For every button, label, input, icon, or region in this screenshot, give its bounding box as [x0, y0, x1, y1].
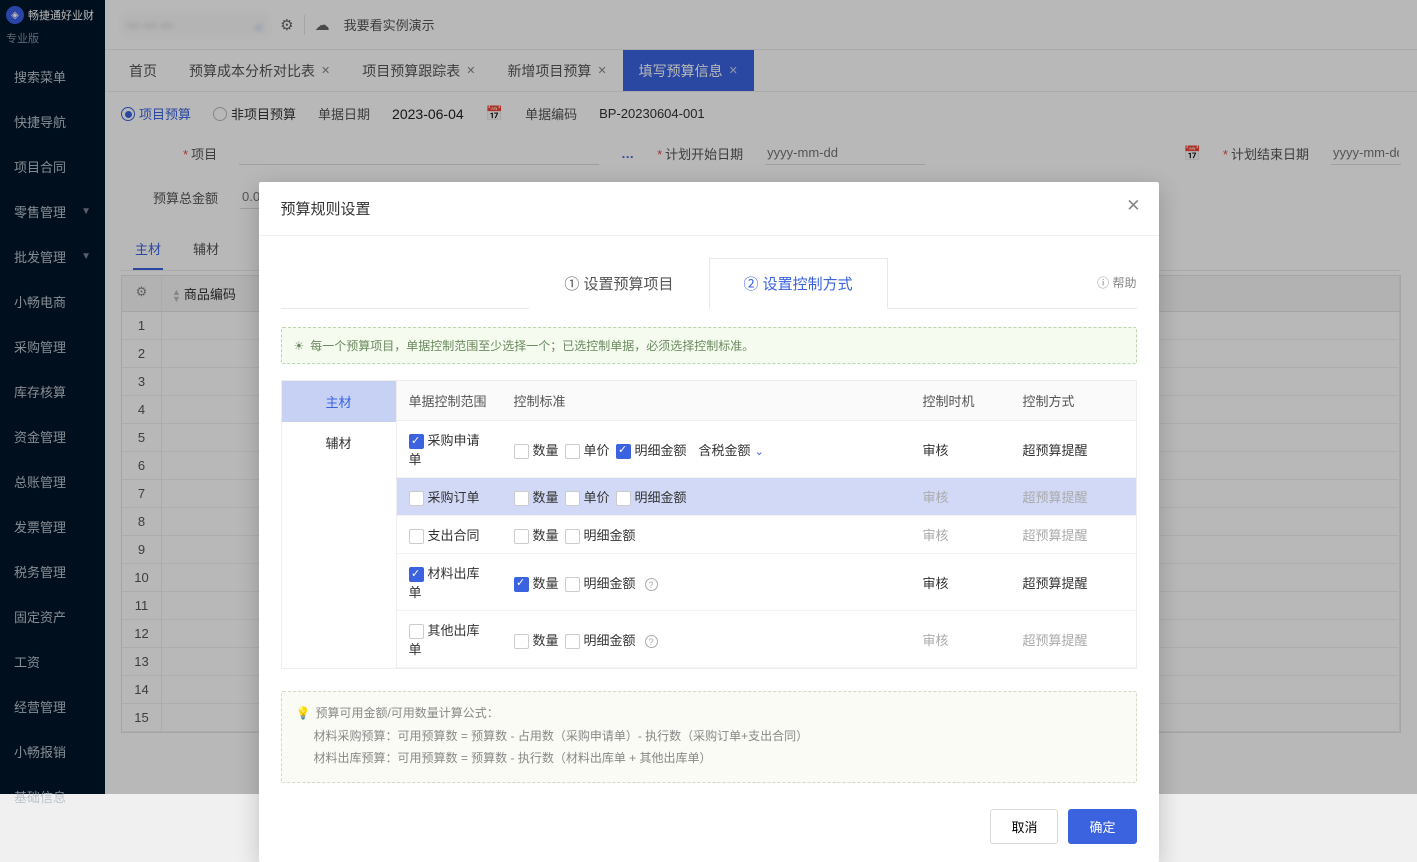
rule-side-main[interactable]: 主材: [282, 381, 396, 422]
checkbox-scope[interactable]: [409, 567, 424, 582]
budget-rule-modal: 预算规则设置 ✕ ① 设置预算项目 ② 设置控制方式 ⓘ 帮助 ☀ 每⼀个预算项…: [259, 182, 1159, 862]
modal-title: 预算规则设置: [281, 201, 371, 218]
info-icon[interactable]: ?: [645, 635, 658, 648]
close-icon[interactable]: ✕: [1126, 196, 1140, 216]
chevron-down-icon[interactable]: ⌄: [755, 446, 764, 458]
step-tab-2[interactable]: ② 设置控制方式: [709, 258, 888, 309]
checkbox-qty[interactable]: [514, 491, 529, 506]
checkbox-detail[interactable]: [616, 491, 631, 506]
col-timing: 控制时机: [911, 381, 1011, 420]
ok-button[interactable]: 确定: [1068, 809, 1136, 844]
checkbox-qty[interactable]: [514, 577, 529, 592]
col-mode: 控制方式: [1011, 381, 1136, 420]
rule-side-tabs: 主材 辅材: [282, 381, 397, 668]
checkbox-price[interactable]: [565, 491, 580, 506]
checkbox-scope[interactable]: [409, 434, 424, 449]
info-icon[interactable]: ?: [645, 578, 658, 591]
modal-overlay: 预算规则设置 ✕ ① 设置预算项目 ② 设置控制方式 ⓘ 帮助 ☀ 每⼀个预算项…: [0, 0, 1417, 794]
checkbox-qty[interactable]: [514, 634, 529, 649]
checkbox-price[interactable]: [565, 444, 580, 459]
step-tab-1[interactable]: ① 设置预算项目: [529, 258, 708, 309]
tip-icon: ☀: [294, 339, 305, 353]
checkbox-scope[interactable]: [409, 624, 424, 639]
bulb-icon: 💡: [296, 706, 311, 720]
tip-banner: ☀ 每⼀个预算项⽬，单据控制范围⾄少选择⼀个；已选控制单据，必须选择控制标准。: [281, 327, 1137, 364]
rule-row-3: 材料出库单数量明细金额?审核超预算提醒: [397, 554, 1136, 611]
checkbox-scope[interactable]: [409, 491, 424, 506]
rule-row-1: 采购订单数量单价明细金额审核超预算提醒: [397, 478, 1136, 516]
checkbox-detail[interactable]: [616, 444, 631, 459]
col-standard: 控制标准: [502, 381, 911, 420]
modal-header: 预算规则设置 ✕: [259, 182, 1159, 236]
checkbox-detail[interactable]: [565, 577, 580, 592]
rule-row-0: 采购申请单数量单价明细金额含税金额⌄审核超预算提醒: [397, 421, 1136, 478]
checkbox-detail[interactable]: [565, 634, 580, 649]
rule-row-4: 其他出库单数量明细金额?审核超预算提醒: [397, 611, 1136, 668]
rule-table: 单据控制范围 控制标准 控制时机 控制方式 采购申请单数量单价明细金额含税金额⌄…: [397, 381, 1136, 668]
checkbox-detail[interactable]: [565, 529, 580, 544]
help-link[interactable]: ⓘ 帮助: [1097, 274, 1136, 291]
rule-row-2: 支出合同数量明细金额审核超预算提醒: [397, 516, 1136, 554]
checkbox-qty[interactable]: [514, 529, 529, 544]
cancel-button[interactable]: 取消: [990, 809, 1058, 844]
formula-box: 💡预算可用金额/可用数量计算公式： 材料采购预算：可用预算数 = 预算数 - 占…: [281, 691, 1137, 782]
rule-side-aux[interactable]: 辅材: [282, 422, 396, 463]
checkbox-scope[interactable]: [409, 529, 424, 544]
col-scope: 单据控制范围: [397, 381, 502, 420]
rule-panel: 主材 辅材 单据控制范围 控制标准 控制时机 控制方式 采购申请单数量单价明细金…: [281, 380, 1137, 669]
checkbox-qty[interactable]: [514, 444, 529, 459]
